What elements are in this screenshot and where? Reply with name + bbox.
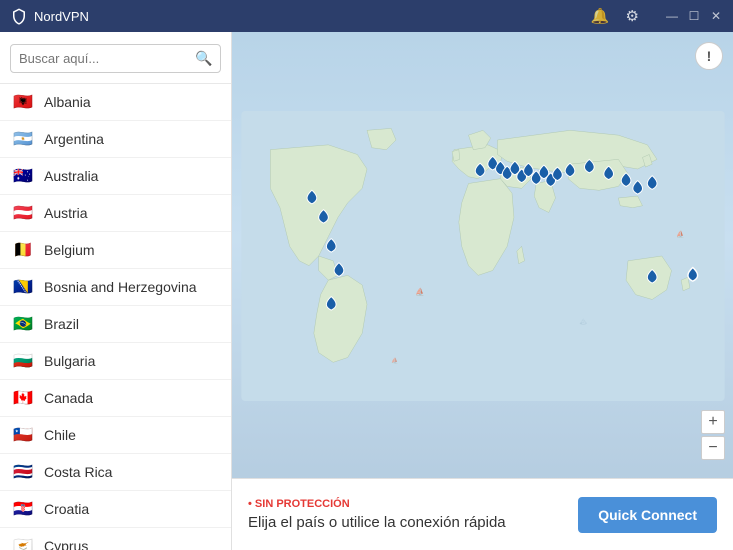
sidebar: 🔍 🇦🇱 Albania 🇦🇷 Argentina 🇦🇺 Australia 🇦🇹 Austr…: [0, 32, 232, 550]
svg-text:⛵: ⛵: [415, 287, 425, 297]
map-area[interactable]: !: [232, 32, 733, 550]
country-flag: 🇨🇷: [12, 464, 34, 480]
country-item[interactable]: 🇨🇱 Chile: [0, 417, 231, 454]
country-name: Croatia: [44, 501, 89, 517]
country-name: Austria: [44, 205, 88, 221]
search-wrapper[interactable]: 🔍: [10, 44, 221, 73]
country-name: Brazil: [44, 316, 79, 332]
search-icon: 🔍: [195, 50, 212, 67]
country-name: Cyprus: [44, 538, 88, 550]
info-bar: SIN PROTECCIÓN Elija el país o utilice l…: [232, 478, 733, 550]
country-item[interactable]: 🇦🇹 Austria: [0, 195, 231, 232]
country-name: Argentina: [44, 131, 104, 147]
zoom-in-button[interactable]: +: [701, 410, 725, 434]
country-item[interactable]: 🇧🇦 Bosnia and Herzegovina: [0, 269, 231, 306]
country-flag: 🇧🇷: [12, 316, 34, 332]
app-title: NordVPN: [34, 9, 89, 24]
world-map-svg: ⛵ ⛵ ⛵ 🏔: [238, 111, 728, 401]
search-box: 🔍: [0, 32, 231, 84]
app-logo: NordVPN: [10, 7, 591, 25]
info-text: SIN PROTECCIÓN Elija el país o utilice l…: [248, 498, 562, 531]
zoom-controls: + −: [701, 410, 725, 460]
country-flag: 🇧🇬: [12, 353, 34, 369]
country-flag: 🇦🇱: [12, 94, 34, 110]
country-name: Belgium: [44, 242, 95, 258]
country-item[interactable]: 🇨🇾 Cyprus: [0, 528, 231, 550]
nordvpn-logo-icon: [10, 7, 28, 25]
window-controls: — ☐ ✕: [665, 9, 723, 23]
country-name: Albania: [44, 94, 91, 110]
country-flag: 🇨🇾: [12, 538, 34, 550]
info-label: Elija el país o utilice la conexión rápi…: [248, 514, 562, 531]
close-button[interactable]: ✕: [709, 9, 723, 23]
country-name: Chile: [44, 427, 76, 443]
country-name: Bosnia and Herzegovina: [44, 279, 197, 295]
country-flag: 🇦🇷: [12, 131, 34, 147]
country-flag: 🇧🇦: [12, 279, 34, 295]
country-name: Australia: [44, 168, 98, 184]
country-flag: 🇨🇱: [12, 427, 34, 443]
country-item[interactable]: 🇨🇦 Canada: [0, 380, 231, 417]
minimize-button[interactable]: —: [665, 9, 679, 23]
country-flag: 🇦🇹: [12, 205, 34, 221]
country-item[interactable]: 🇧🇬 Bulgaria: [0, 343, 231, 380]
zoom-out-button[interactable]: −: [701, 436, 725, 460]
country-list: 🇦🇱 Albania 🇦🇷 Argentina 🇦🇺 Australia 🇦🇹 Austria…: [0, 84, 231, 550]
svg-text:⛵: ⛵: [676, 230, 684, 239]
search-input[interactable]: [19, 51, 195, 66]
world-map: ⛵ ⛵ ⛵ 🏔: [232, 42, 733, 470]
country-name: Costa Rica: [44, 464, 112, 480]
country-flag: 🇨🇦: [12, 390, 34, 406]
country-name: Bulgaria: [44, 353, 95, 369]
svg-text:⛵: ⛵: [391, 356, 398, 364]
main-content: 🔍 🇦🇱 Albania 🇦🇷 Argentina 🇦🇺 Australia 🇦🇹 Austr…: [0, 32, 733, 550]
country-item[interactable]: 🇨🇷 Costa Rica: [0, 454, 231, 491]
country-item[interactable]: 🇦🇱 Albania: [0, 84, 231, 121]
country-item[interactable]: 🇭🇷 Croatia: [0, 491, 231, 528]
titlebar: NordVPN 🔔 ⚙ — ☐ ✕: [0, 0, 733, 32]
settings-button[interactable]: ⚙: [626, 7, 639, 25]
titlebar-controls: 🔔 ⚙ — ☐ ✕: [591, 7, 723, 25]
notification-button[interactable]: 🔔: [591, 7, 610, 25]
country-item[interactable]: 🇧🇪 Belgium: [0, 232, 231, 269]
connection-status: SIN PROTECCIÓN: [248, 498, 562, 510]
country-item[interactable]: 🇧🇷 Brazil: [0, 306, 231, 343]
country-item[interactable]: 🇦🇷 Argentina: [0, 121, 231, 158]
country-flag: 🇦🇺: [12, 168, 34, 184]
maximize-button[interactable]: ☐: [687, 9, 701, 23]
country-name: Canada: [44, 390, 93, 406]
country-flag: 🇭🇷: [12, 501, 34, 517]
svg-text:🏔: 🏔: [579, 319, 587, 326]
quick-connect-button[interactable]: Quick Connect: [578, 497, 717, 533]
country-item[interactable]: 🇦🇺 Australia: [0, 158, 231, 195]
country-flag: 🇧🇪: [12, 242, 34, 258]
